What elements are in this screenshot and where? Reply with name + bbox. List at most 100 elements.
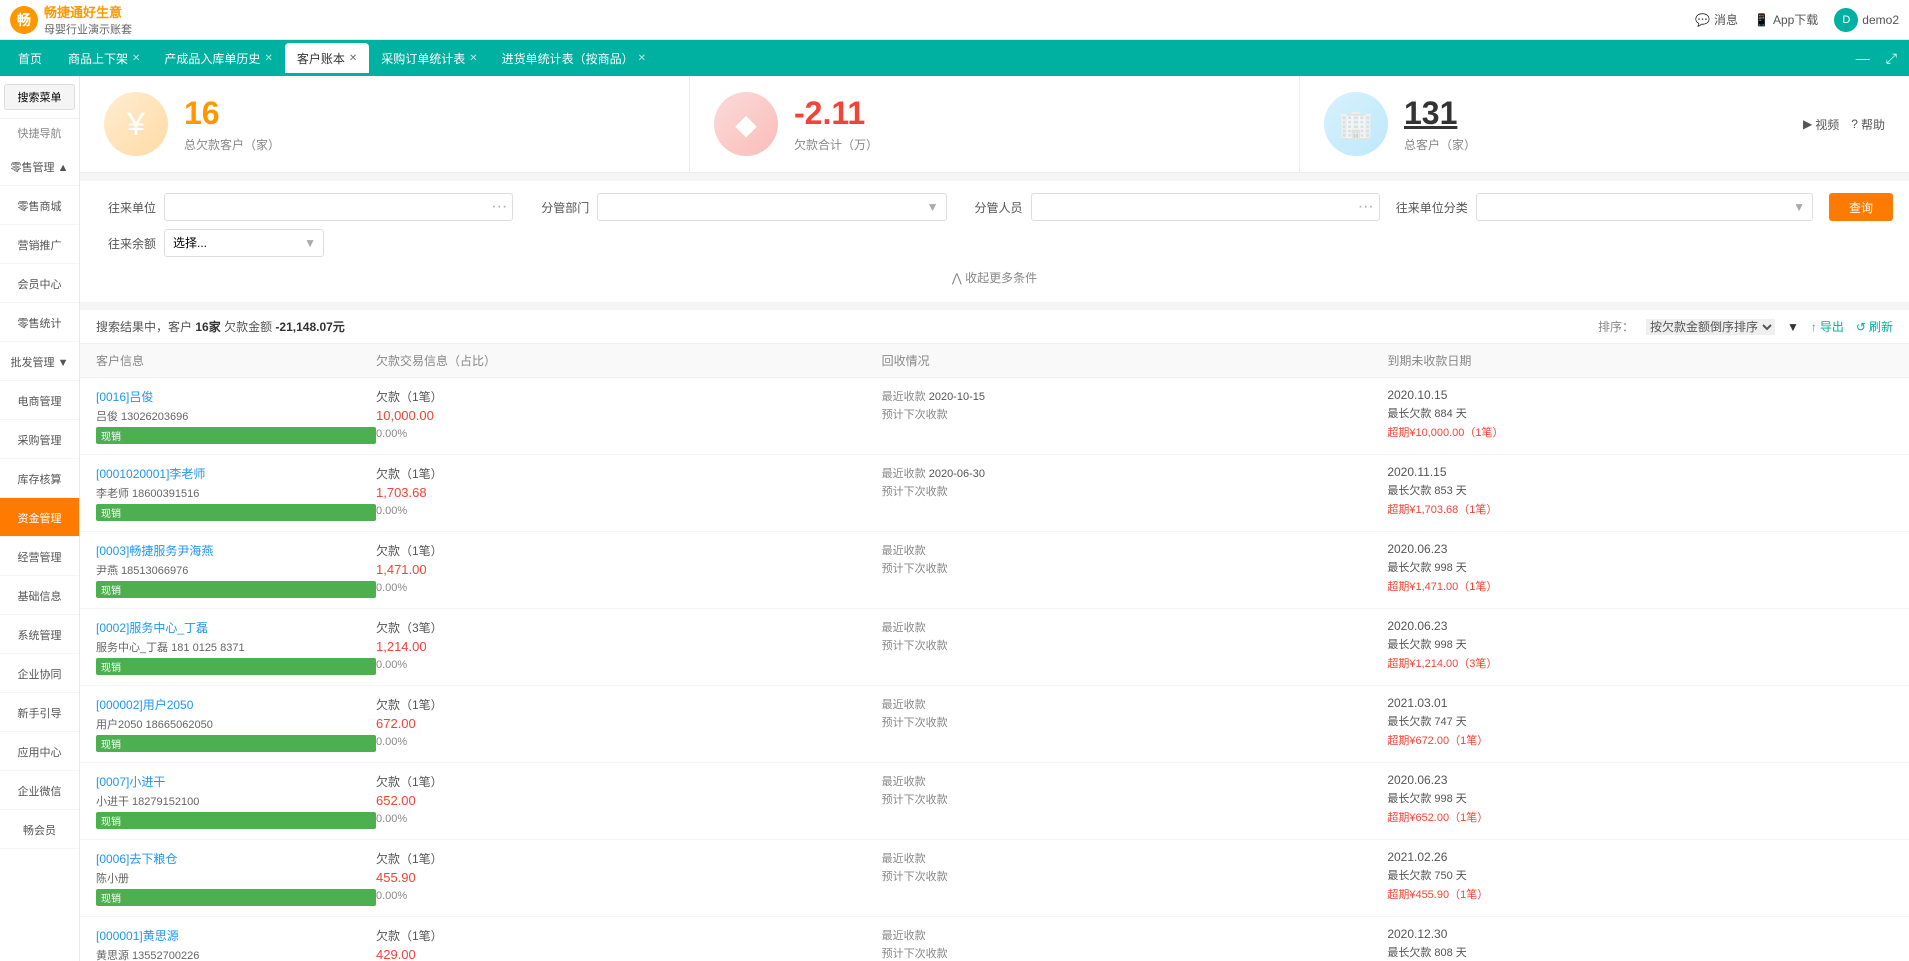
vendor-category-label: 往来单位分类 (1396, 199, 1468, 216)
customer-info-7: [0006]去下粮仓 陈小册 现销 (96, 850, 376, 906)
sidebar-item-inventory[interactable]: 库存核算 (0, 459, 79, 498)
sort-select[interactable]: 按欠款金额倒序排序 (1646, 319, 1775, 335)
refresh-button[interactable]: ↺ 刷新 (1856, 318, 1893, 335)
sidebar-item-batch-mgmt[interactable]: 批发管理 ▼ (0, 342, 79, 381)
sidebar-item-ecom[interactable]: 电商管理 (0, 381, 79, 420)
sidebar-item-operations[interactable]: 经营管理 (0, 537, 79, 576)
customer-name-1[interactable]: [0016]吕俊 (96, 388, 376, 405)
table-row: [0006]去下粮仓 陈小册 现销 欠款（1笔） 455.90 0.00% 最近… (80, 840, 1909, 917)
overdue-link-7[interactable]: 超期¥455.90（1笔） (1387, 886, 1893, 902)
customer-name-8[interactable]: [000001]黄思源 (96, 927, 376, 944)
tab-maximize-button[interactable]: ⤢ (1878, 50, 1905, 67)
person-dots-icon[interactable]: ··· (1358, 198, 1374, 216)
overdue-link-6[interactable]: 超期¥652.00（1笔） (1387, 809, 1893, 825)
sidebar-item-retail-store[interactable]: 零售商城 (0, 186, 79, 225)
table-row: [0003]畅捷服务尹海燕 尹燕 18513066976 现销 欠款（1笔） 1… (80, 532, 1909, 609)
video-button[interactable]: ▶ 视频 (1803, 116, 1839, 133)
overdue-link-2[interactable]: 超期¥1,703.68（1笔） (1387, 501, 1893, 517)
result-bar: 搜索结果中，客户 16家 欠款金额 -21,148.07元 排序： 按欠款金额倒… (80, 310, 1909, 344)
tab-production-close[interactable]: ✕ (264, 53, 272, 64)
table-row: [000001]黄思源 黄思源 13552700226 现销 欠款（1笔） 42… (80, 917, 1909, 961)
customer-tag-6: 现销 (96, 812, 376, 829)
tab-purchase-order-close[interactable]: ✕ (469, 53, 477, 64)
collapse-button[interactable]: ⋀ 收起更多条件 (96, 265, 1893, 290)
tab-purchase-order[interactable]: 采购订单统计表 ✕ (369, 43, 489, 73)
balance-label: 往来余额 (96, 235, 156, 252)
app-download-button[interactable]: 📱 App下载 (1754, 11, 1818, 28)
sidebar: 搜索菜单 快捷导航 零售管理 ▲ 零售商城 营销推广 会员中心 零售统计 批发管… (0, 76, 80, 961)
filter-row-1: 往来单位 ··· 分管部门 ▼ (96, 193, 1893, 221)
filter-vendor: 往来单位 ··· (96, 193, 513, 221)
vendor-input[interactable] (164, 193, 513, 221)
tab-products[interactable]: 商品上下架 ✕ (56, 43, 152, 73)
overdue-link-4[interactable]: 超期¥1,214.00（3笔） (1387, 655, 1893, 671)
vendor-label: 往来单位 (96, 199, 156, 216)
sidebar-item-retail-stats[interactable]: 零售统计 (0, 303, 79, 342)
user-avatar[interactable]: D demo2 (1834, 8, 1899, 32)
sidebar-item-enterprise[interactable]: 企业协同 (0, 654, 79, 693)
message-label: 消息 (1714, 11, 1738, 28)
sidebar-item-basic-info[interactable]: 基础信息 (0, 576, 79, 615)
customer-name-6[interactable]: [0007]小进干 (96, 773, 376, 790)
tab-production[interactable]: 产成品入库单历史 ✕ (152, 43, 284, 73)
collection-info-4: 最近收款 预计下次收款 (882, 619, 1388, 653)
customer-name-7[interactable]: [0006]去下粮仓 (96, 850, 376, 867)
vendor-category-select[interactable] (1476, 193, 1813, 221)
customer-name-4[interactable]: [0002]服务中心_丁磊 (96, 619, 376, 636)
tab-products-close[interactable]: ✕ (132, 53, 140, 64)
vendor-dots-icon[interactable]: ··· (491, 198, 507, 216)
tab-customer-account-close[interactable]: ✕ (349, 53, 357, 64)
collection-info-8: 最近收款 预计下次收款 (882, 927, 1388, 961)
overdue-info-3: 2020.06.23 最长欠款 998 天 超期¥1,471.00（1笔） (1387, 542, 1893, 594)
overdue-link-5[interactable]: 超期¥672.00（1笔） (1387, 732, 1893, 748)
debt-percent-1: 0.00% (376, 428, 882, 440)
help-button[interactable]: ? 帮助 (1851, 116, 1885, 133)
overdue-info-8: 2020.12.30 最长欠款 808 天 超期¥429.00（1笔） (1387, 927, 1893, 961)
col-customer-info: 客户信息 (96, 352, 376, 369)
tab-purchase-stats[interactable]: 进货单统计表（按商品） ✕ (490, 43, 658, 73)
sidebar-item-wechat[interactable]: 企业微信 (0, 771, 79, 810)
sidebar-item-vip[interactable]: 畅会员 (0, 810, 79, 849)
query-button[interactable]: 查询 (1829, 193, 1893, 221)
sidebar-item-marketing[interactable]: 营销推广 (0, 225, 79, 264)
sidebar-item-system[interactable]: 系统管理 (0, 615, 79, 654)
tab-bar: 首页 商品上下架 ✕ 产成品入库单历史 ✕ 客户账本 ✕ 采购订单统计表 ✕ 进… (0, 40, 1909, 76)
customer-info-5: [000002]用户2050 用户2050 18665062050 现销 (96, 696, 376, 752)
search-menu-button[interactable]: 搜索菜单 (4, 84, 75, 110)
export-button[interactable]: ↑ 导出 (1811, 318, 1844, 335)
overdue-link-1[interactable]: 超期¥10,000.00（1笔） (1387, 424, 1893, 440)
username-label: demo2 (1862, 13, 1899, 27)
avatar-icon: D (1834, 8, 1858, 32)
customer-name-2[interactable]: [0001020001]李老师 (96, 465, 376, 482)
message-button[interactable]: 💬 消息 (1695, 11, 1738, 28)
stat-icon-diamond: ◆ (714, 92, 778, 156)
stat-icon-yuan: ¥ (104, 92, 168, 156)
sidebar-item-members[interactable]: 会员中心 (0, 264, 79, 303)
debt-customers-label: 总欠款客户（家） (184, 136, 280, 153)
customer-phone-7: 陈小册 (96, 870, 376, 886)
debt-customers-value: 16 (184, 95, 280, 132)
tab-customer-account[interactable]: 客户账本 ✕ (285, 43, 369, 73)
sidebar-item-retail-mgmt[interactable]: 零售管理 ▲ (0, 147, 79, 186)
sidebar-item-app-center[interactable]: 应用中心 (0, 732, 79, 771)
sidebar-item-purchase[interactable]: 采购管理 (0, 420, 79, 459)
collection-info-1: 最近收款 2020-10-15 预计下次收款 (882, 388, 1388, 422)
help-icon: ? (1851, 117, 1858, 131)
balance-select[interactable]: 选择... 欠款 预付 全部 (164, 229, 324, 257)
dept-select[interactable] (597, 193, 946, 221)
overdue-link-3[interactable]: 超期¥1,471.00（1笔） (1387, 578, 1893, 594)
sidebar-item-finance[interactable]: 资金管理 (0, 498, 79, 537)
tab-home[interactable]: 首页 (4, 50, 56, 67)
customer-name-3[interactable]: [0003]畅捷服务尹海燕 (96, 542, 376, 559)
tab-minimize-button[interactable]: — (1848, 50, 1878, 66)
stat-card-debt-customers: ¥ 16 总欠款客户（家） (80, 76, 690, 172)
customer-info-8: [000001]黄思源 黄思源 13552700226 现销 (96, 927, 376, 961)
person-input[interactable] (1031, 193, 1380, 221)
customer-phone-3: 尹燕 18513066976 (96, 562, 376, 578)
customer-name-5[interactable]: [000002]用户2050 (96, 696, 376, 713)
customer-tag-2: 现销 (96, 504, 376, 521)
sidebar-item-new-guide[interactable]: 新手引导 (0, 693, 79, 732)
overdue-info-5: 2021.03.01 最长欠款 747 天 超期¥672.00（1笔） (1387, 696, 1893, 748)
tab-purchase-stats-close[interactable]: ✕ (638, 53, 646, 64)
collection-info-7: 最近收款 预计下次收款 (882, 850, 1388, 884)
